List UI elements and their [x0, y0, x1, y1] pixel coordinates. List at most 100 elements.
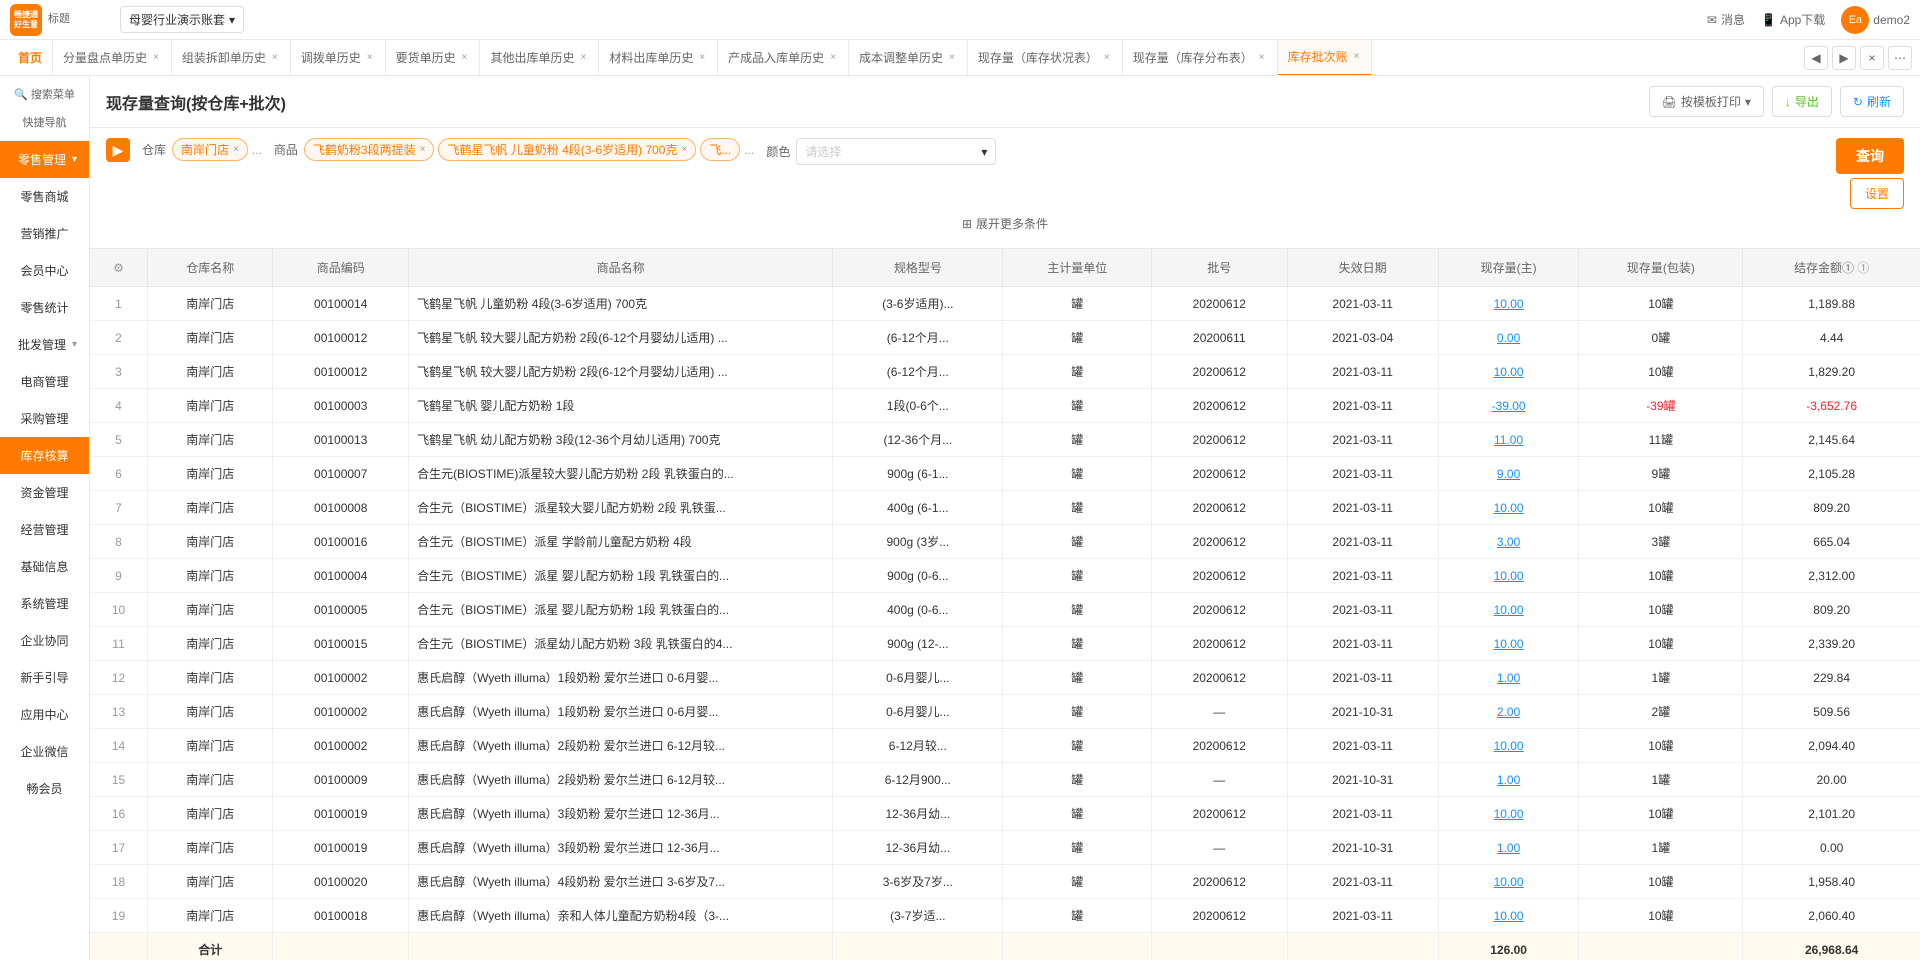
tab-prev-btn[interactable]: ◀ [1804, 46, 1828, 70]
tab-9-close[interactable]: × [1102, 50, 1112, 65]
sidebar-item-member-center[interactable]: 会员中心 [0, 252, 89, 289]
tab-11[interactable]: 库存批次账 × [1278, 40, 1373, 76]
warehouse-tag-0[interactable]: 南岸门店 × [172, 138, 248, 161]
export-btn[interactable]: ↓ 导出 [1772, 86, 1832, 117]
tab-6-close[interactable]: × [697, 50, 707, 65]
sidebar-item-ecommerce[interactable]: 电商管理 [0, 363, 89, 400]
tab-1-close[interactable]: × [151, 50, 161, 65]
tab-5[interactable]: 其他出库单历史 × [480, 40, 599, 76]
row-qty-link[interactable]: 1.00 [1497, 671, 1520, 685]
sidebar-item-wholesale[interactable]: 批发管理 ▾ [0, 326, 89, 363]
product-more-btn[interactable]: ... [744, 143, 754, 157]
table-row: 17 南岸门店 00100019 惠氏启醇（Wyeth illuma）3段奶粉 … [90, 831, 1920, 865]
row-qty-link[interactable]: 10.00 [1494, 637, 1524, 651]
row-qty-link[interactable]: 10.00 [1494, 603, 1524, 617]
row-warehouse: 南岸门店 [148, 899, 273, 933]
row-qty-link[interactable]: 10.00 [1494, 365, 1524, 379]
user-area[interactable]: Ea demo2 [1841, 6, 1910, 34]
warehouse-tag-close[interactable]: × [233, 144, 239, 155]
sidebar-item-retail-stats[interactable]: 零售统计 [0, 289, 89, 326]
sidebar-item-inventory[interactable]: 库存核算 [0, 437, 89, 474]
row-qty-link[interactable]: 10.00 [1494, 569, 1524, 583]
tab-2-close[interactable]: × [270, 50, 280, 65]
product-tag-1-close[interactable]: × [681, 144, 687, 155]
table-row: 2 南岸门店 00100012 飞鹤星飞帆 较大婴儿配方奶粉 2段(6-12个月… [90, 321, 1920, 355]
tab-11-close[interactable]: × [1352, 49, 1362, 64]
tab-9[interactable]: 现存量（库存状况表） × [968, 40, 1123, 76]
sidebar-item-newbie[interactable]: 新手引导 [0, 659, 89, 696]
expand-filter-btn[interactable]: ▶ [106, 138, 130, 162]
product-tag-more[interactable]: 飞... [700, 138, 740, 161]
tab-7-close[interactable]: × [828, 50, 838, 65]
row-qty-link[interactable]: 10.00 [1494, 909, 1524, 923]
row-qty-link[interactable]: 1.00 [1497, 841, 1520, 855]
product-tag-0[interactable]: 飞鹤奶粉3段两提装 × [304, 138, 435, 161]
sidebar-item-purchase[interactable]: 采购管理 [0, 400, 89, 437]
messages-btn[interactable]: ✉ 消息 [1707, 11, 1745, 28]
tab-3-close[interactable]: × [365, 50, 375, 65]
row-unit: 罐 [1003, 423, 1151, 457]
tab-2-label: 组装拆卸单历史 [182, 49, 266, 66]
tab-close-all-btn[interactable]: × [1860, 46, 1884, 70]
sidebar-item-finance[interactable]: 资金管理 [0, 474, 89, 511]
sidebar-item-enterprise[interactable]: 企业协同 [0, 622, 89, 659]
settings-btn[interactable]: 设置 [1850, 178, 1904, 209]
row-qty-link[interactable]: 10.00 [1494, 501, 1524, 515]
tab-home[interactable]: 首页 [8, 40, 53, 76]
sidebar-item-retail-management[interactable]: 零售管理 ▾ [0, 141, 89, 178]
row-qty-link[interactable]: -39.00 [1492, 399, 1526, 413]
tab-4[interactable]: 要货单历史 × [386, 40, 481, 76]
tab-3[interactable]: 调拨单历史 × [291, 40, 386, 76]
product-tag-0-close[interactable]: × [420, 144, 426, 155]
sidebar-item-member[interactable]: 畅会员 [0, 770, 89, 807]
settings-col-icon[interactable]: ⚙ [113, 261, 124, 275]
tab-10[interactable]: 现存量（库存分布表） × [1123, 40, 1278, 76]
row-qty-link[interactable]: 11.00 [1494, 433, 1523, 447]
tab-8[interactable]: 成本调整单历史 × [849, 40, 968, 76]
tab-6[interactable]: 材料出库单历史 × [599, 40, 718, 76]
row-qty-link[interactable]: 2.00 [1497, 705, 1520, 719]
row-batch: 20200612 [1151, 797, 1287, 831]
user-name: demo2 [1873, 13, 1910, 27]
refresh-label: 刷新 [1867, 93, 1891, 110]
sidebar-search-menu[interactable]: 🔍 搜索菜单 [0, 80, 89, 108]
tab-next-btn[interactable]: ▶ [1832, 46, 1856, 70]
row-qty-link[interactable]: 9.00 [1497, 467, 1520, 481]
row-qty-link[interactable]: 0.00 [1497, 331, 1520, 345]
table-row: 12 南岸门店 00100002 惠氏启醇（Wyeth illuma）1段奶粉 … [90, 661, 1920, 695]
sidebar-item-wechat[interactable]: 企业微信 [0, 733, 89, 770]
tab-10-close[interactable]: × [1257, 50, 1267, 65]
app-download-btn[interactable]: 📱 App下载 [1761, 11, 1825, 28]
tab-7[interactable]: 产成品入库单历史 × [718, 40, 849, 76]
row-qty-link[interactable]: 3.00 [1497, 535, 1520, 549]
row-qty-link[interactable]: 10.00 [1494, 739, 1524, 753]
tab-2[interactable]: 组装拆卸单历史 × [172, 40, 291, 76]
newbie-label: 新手引导 [12, 669, 77, 686]
tab-5-close[interactable]: × [578, 50, 588, 65]
tab-8-close[interactable]: × [947, 50, 957, 65]
tab-menu-btn[interactable]: ⋯ [1888, 46, 1912, 70]
sidebar-quick-nav[interactable]: 快捷导航 [0, 108, 89, 136]
product-tag-1[interactable]: 飞鹤星飞帆 儿童奶粉 4段(3-6岁适用) 700克 × [438, 138, 696, 161]
expand-more-btn[interactable]: ⊞ 展开更多条件 [106, 209, 1904, 238]
row-qty-link[interactable]: 10.00 [1494, 297, 1524, 311]
refresh-btn[interactable]: ↻ 刷新 [1840, 86, 1904, 117]
account-selector[interactable]: 母婴行业演示账套 ▾ [120, 6, 244, 33]
sidebar-item-basic-info[interactable]: 基础信息 [0, 548, 89, 585]
tab-4-close[interactable]: × [460, 50, 470, 65]
query-btn[interactable]: 查询 [1836, 138, 1904, 174]
row-name: 惠氏启醇（Wyeth illuma）1段奶粉 爱尔兰进口 0-6月婴... [409, 661, 833, 695]
template-print-btn[interactable]: 🖨 按模板打印 ▾ [1649, 86, 1764, 117]
sidebar-item-system[interactable]: 系统管理 [0, 585, 89, 622]
warehouse-more[interactable]: ... [252, 143, 262, 157]
sidebar-item-retail-mall[interactable]: 零售商城 [0, 178, 89, 215]
sidebar-item-operations[interactable]: 经营管理 [0, 511, 89, 548]
row-name: 惠氏启醇（Wyeth illuma）1段奶粉 爱尔兰进口 0-6月婴... [409, 695, 833, 729]
row-qty-link[interactable]: 10.00 [1494, 875, 1524, 889]
row-qty-link[interactable]: 1.00 [1497, 773, 1520, 787]
tab-1[interactable]: 分量盘点单历史 × [53, 40, 172, 76]
sidebar-item-app-center[interactable]: 应用中心 [0, 696, 89, 733]
color-dropdown[interactable]: 请选择 ▾ [796, 138, 996, 165]
row-qty-link[interactable]: 10.00 [1494, 807, 1524, 821]
sidebar-item-marketing[interactable]: 营销推广 [0, 215, 89, 252]
